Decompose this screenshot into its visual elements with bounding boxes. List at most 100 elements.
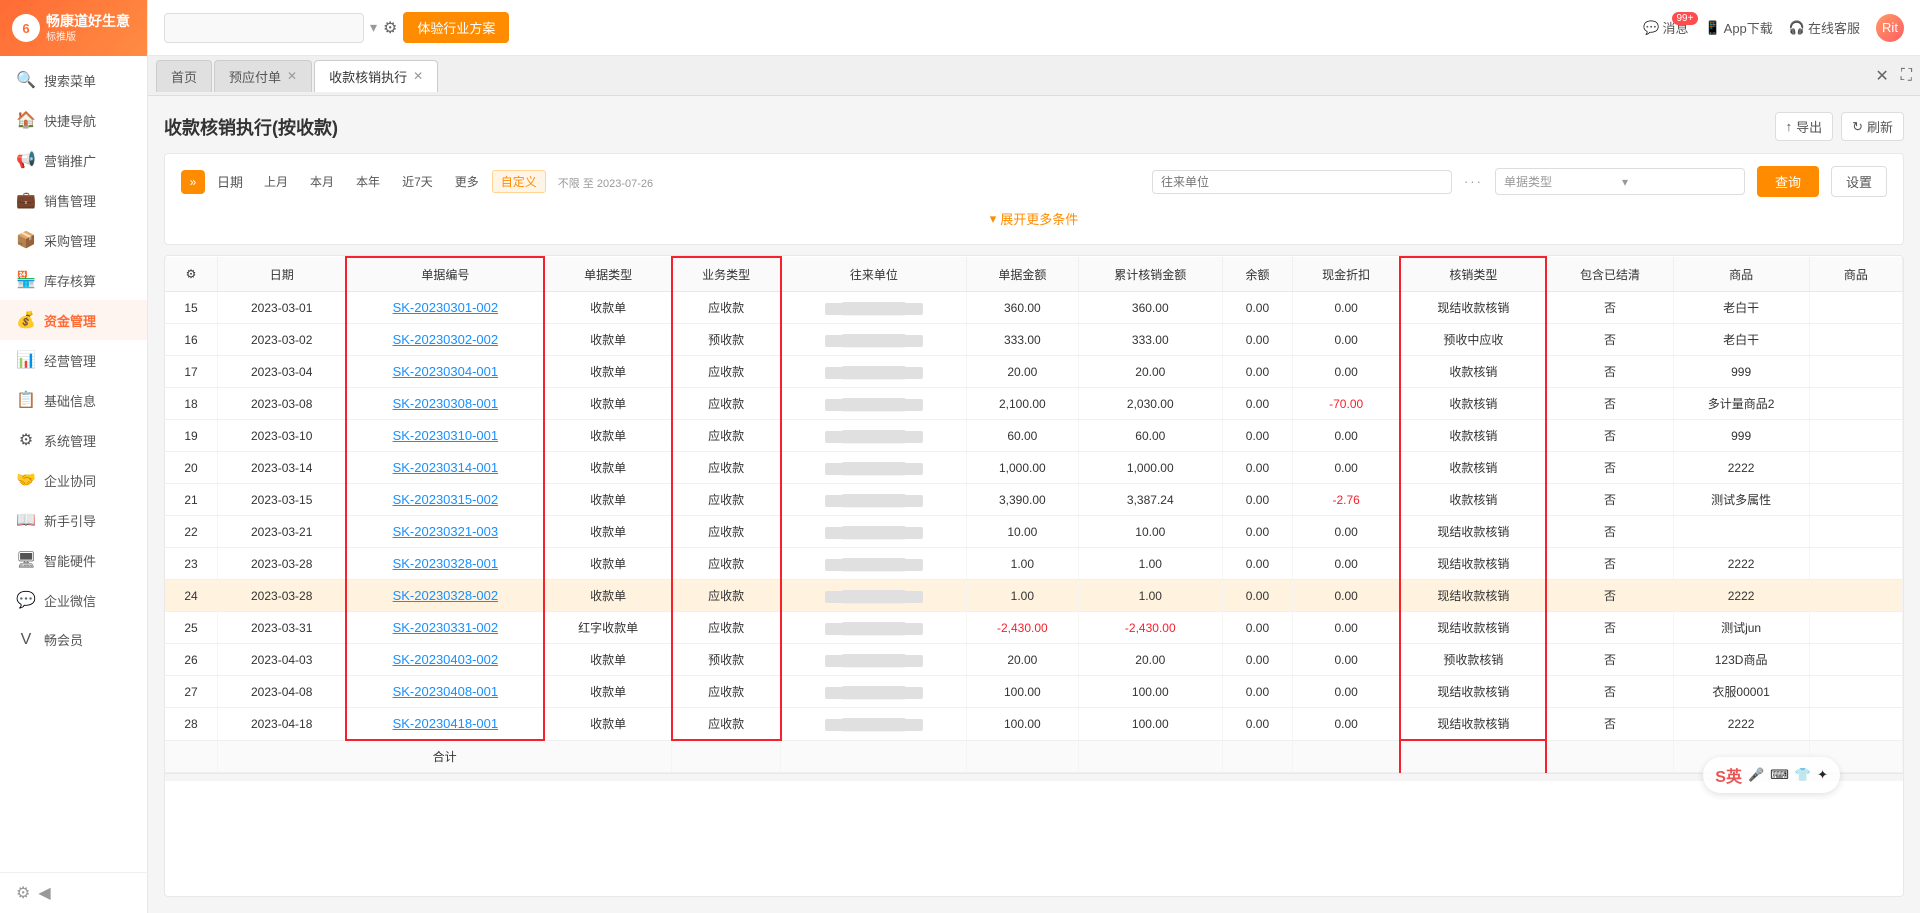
row-partner-2: ████████ [781, 356, 967, 388]
solution-btn[interactable]: 体验行业方案 [403, 12, 509, 43]
tab-close-icon[interactable]: ✕ [1875, 66, 1888, 86]
sidebar-icon-9: ⚙ [16, 430, 36, 450]
sidebar-item-0[interactable]: 🔍搜索菜单 [0, 60, 147, 100]
sidebar-item-3[interactable]: 💼销售管理 [0, 180, 147, 220]
app-version: 标推版 [46, 31, 130, 44]
last-7days-btn[interactable]: 近7天 [393, 170, 442, 193]
star-icon[interactable]: ✦ [1817, 767, 1828, 783]
topbar-search-input[interactable] [164, 13, 364, 43]
topbar-chevron-icon[interactable]: ▾ [370, 19, 377, 36]
row-hx-type-13: 现结收款核销 [1400, 708, 1546, 741]
row-sn-link-7[interactable]: SK-20230321-003 [393, 524, 499, 539]
row-goods1-9: 2222 [1673, 580, 1809, 612]
floating-toolbar: S英 🎤 ⌨ 👕 ✦ [1703, 757, 1840, 793]
chevron-down-icon: ▾ [990, 211, 997, 227]
row-goods1-3: 多计量商品2 [1673, 388, 1809, 420]
query-btn[interactable]: 查询 [1757, 166, 1819, 197]
col-settings[interactable]: ⚙ [165, 257, 218, 292]
date-filter-label: 日期 [217, 172, 243, 191]
sidebar-item-12[interactable]: 🖥智能硬件 [0, 540, 147, 580]
sidebar-item-9[interactable]: ⚙系统管理 [0, 420, 147, 460]
row-partner-8: ████████ [781, 548, 967, 580]
sidebar-item-2[interactable]: 📢营销推广 [0, 140, 147, 180]
user-avatar[interactable]: Rit [1876, 14, 1904, 42]
row-sn-link-6[interactable]: SK-20230315-002 [393, 492, 499, 507]
filter-collapse-btn[interactable]: » [181, 170, 205, 194]
tab-prepay[interactable]: 预应付单 ✕ [214, 60, 312, 92]
expand-conditions-btn[interactable]: ▾ 展开更多条件 [982, 205, 1087, 232]
keyboard-icon[interactable]: ⌨ [1770, 767, 1789, 783]
last-month-btn[interactable]: 上月 [255, 170, 297, 193]
row-sn-link-11[interactable]: SK-20230403-002 [393, 652, 499, 667]
table-hscrollbar[interactable] [165, 773, 1903, 781]
more-date-btn[interactable]: 更多 [446, 170, 488, 193]
row-balance-6: 0.00 [1223, 484, 1293, 516]
row-balance-0: 0.00 [1223, 292, 1293, 324]
row-sn-link-0[interactable]: SK-20230301-002 [393, 300, 499, 315]
row-sn-link-9[interactable]: SK-20230328-002 [393, 588, 499, 603]
settings-footer-icon[interactable]: ⚙ [16, 883, 30, 903]
row-sn-link-8[interactable]: SK-20230328-001 [393, 556, 499, 571]
filter-settings-btn[interactable]: 设置 [1831, 166, 1887, 197]
sidebar-icon-7: 📊 [16, 350, 36, 370]
content-area: 收款核销执行(按收款) ↑ 导出 ↻ 刷新 » 日期 [148, 96, 1920, 913]
this-month-btn[interactable]: 本月 [301, 170, 343, 193]
topbar-gear-icon[interactable]: ⚙ [383, 18, 397, 38]
row-hx-amount-8: 1.00 [1078, 548, 1222, 580]
table-row: 26 2023-04-03 SK-20230403-002 收款单 预收款 ██… [165, 644, 1903, 676]
row-date-3: 2023-03-08 [218, 388, 347, 420]
tab-controls: ✕ ⛶ [1875, 66, 1912, 86]
row-sn-link-12[interactable]: SK-20230408-001 [393, 684, 499, 699]
sidebar-icon-10: 🤝 [16, 470, 36, 490]
row-biz-9: 应收款 [672, 580, 781, 612]
row-incl-0: 否 [1546, 292, 1673, 324]
sidebar-item-8[interactable]: 📋基础信息 [0, 380, 147, 420]
mic-icon[interactable]: 🎤 [1748, 767, 1764, 783]
prepay-tab-close[interactable]: ✕ [287, 69, 297, 83]
row-sn-link-4[interactable]: SK-20230310-001 [393, 428, 499, 443]
tab-hx[interactable]: 收款核销执行 ✕ [314, 60, 438, 92]
col-type: 单据类型 [544, 257, 671, 292]
sidebar-item-6[interactable]: 💰资金管理 [0, 300, 147, 340]
collapse-icon[interactable]: ◀ [38, 883, 50, 903]
sidebar-item-11[interactable]: 📖新手引导 [0, 500, 147, 540]
sidebar-item-5[interactable]: 🏪库存核算 [0, 260, 147, 300]
row-biz-5: 应收款 [672, 452, 781, 484]
row-hx-amount-4: 60.00 [1078, 420, 1222, 452]
sidebar-item-7[interactable]: 📊经营管理 [0, 340, 147, 380]
export-btn[interactable]: ↑ 导出 [1775, 112, 1834, 141]
row-sn-link-10[interactable]: SK-20230331-002 [393, 620, 499, 635]
row-hx-type-1: 预收中应收 [1400, 324, 1546, 356]
online-service-btn[interactable]: 🎧 在线客服 [1789, 18, 1860, 37]
row-biz-10: 应收款 [672, 612, 781, 644]
row-sn-link-5[interactable]: SK-20230314-001 [393, 460, 499, 475]
sidebar-item-10[interactable]: 🤝企业协同 [0, 460, 147, 500]
sidebar-item-1[interactable]: 🏠快捷导航 [0, 100, 147, 140]
sidebar-item-4[interactable]: 📦采购管理 [0, 220, 147, 260]
row-sn-link-1[interactable]: SK-20230302-002 [393, 332, 499, 347]
row-balance-11: 0.00 [1223, 644, 1293, 676]
row-goods2-3 [1809, 388, 1902, 420]
custom-date-btn[interactable]: 自定义 [492, 170, 546, 193]
row-goods2-4 [1809, 420, 1902, 452]
row-balance-5: 0.00 [1223, 452, 1293, 484]
sidebar-item-13[interactable]: 💬企业微信 [0, 580, 147, 620]
hx-tab-close[interactable]: ✕ [413, 69, 423, 83]
sidebar-item-14[interactable]: V畅会员 [0, 620, 147, 659]
app-download-btn[interactable]: 📱 App下载 [1704, 18, 1772, 37]
tab-expand-icon[interactable]: ⛶ [1901, 67, 1912, 85]
shirt-icon[interactable]: 👕 [1795, 767, 1811, 783]
row-hx-type-7: 现结收款核销 [1400, 516, 1546, 548]
row-sn-link-2[interactable]: SK-20230304-001 [393, 364, 499, 379]
row-hx-amount-12: 100.00 [1078, 676, 1222, 708]
this-year-btn[interactable]: 本年 [347, 170, 389, 193]
tab-home[interactable]: 首页 [156, 60, 212, 92]
partner-input[interactable] [1152, 170, 1452, 194]
row-sn-4: SK-20230310-001 [346, 420, 544, 452]
refresh-btn[interactable]: ↻ 刷新 [1841, 112, 1904, 141]
row-sn-link-13[interactable]: SK-20230418-001 [393, 716, 499, 731]
row-sn-link-3[interactable]: SK-20230308-001 [393, 396, 499, 411]
row-num-0: 15 [165, 292, 218, 324]
messages-btn[interactable]: 💬 消息 99+ [1643, 18, 1688, 37]
receipt-type-select[interactable]: 单据类型 ▾ [1495, 168, 1745, 195]
